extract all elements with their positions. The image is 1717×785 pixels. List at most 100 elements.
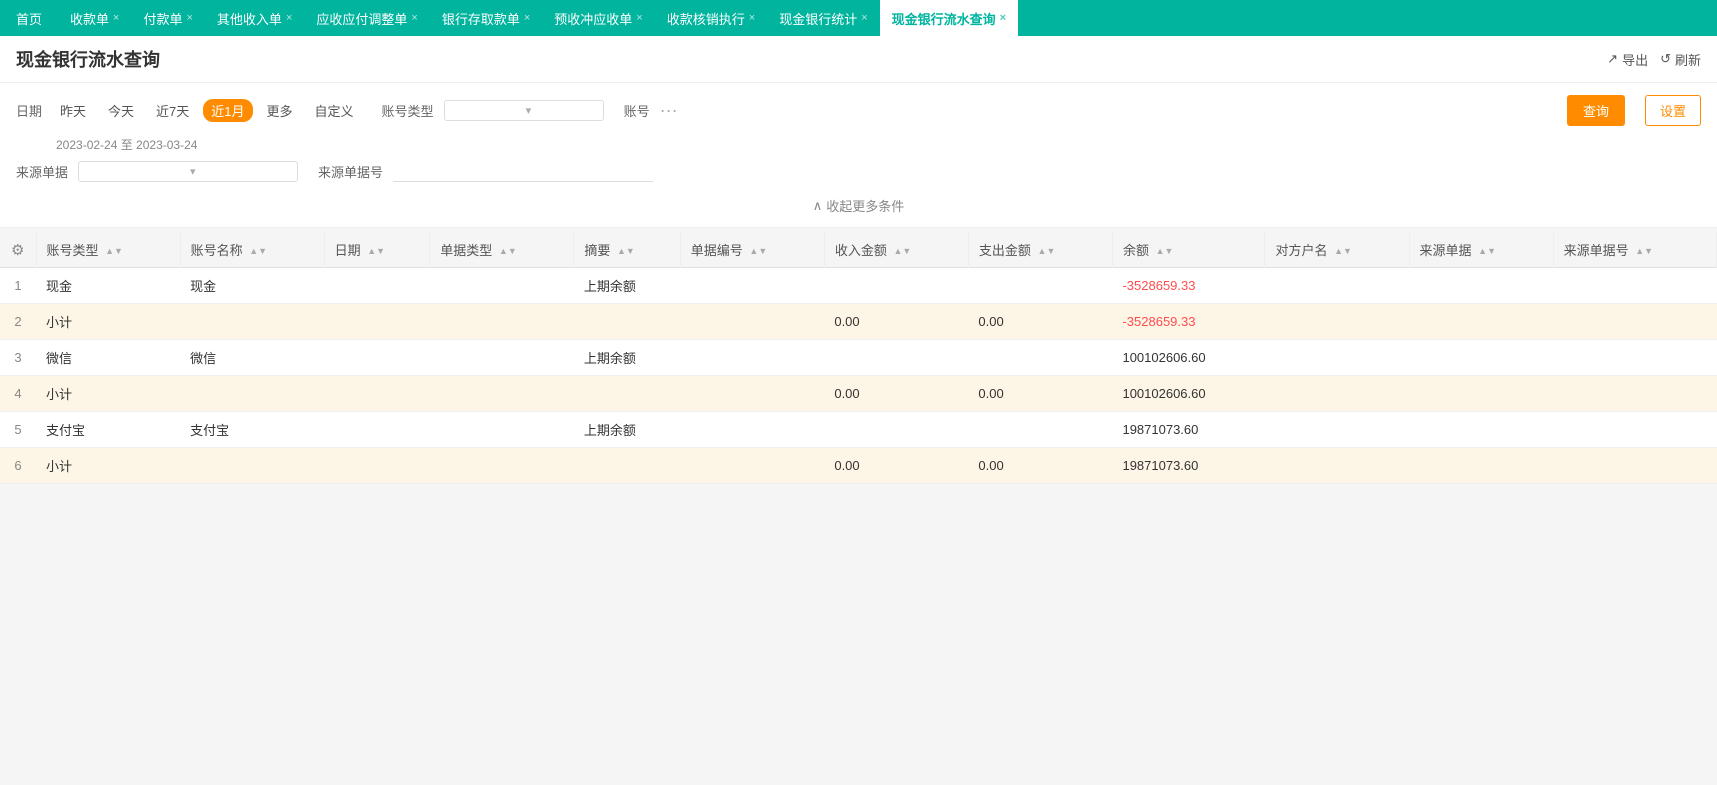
cell-balance: 19871073.60 [1112, 448, 1264, 484]
date-options: 昨天 今天 近7天 近1月 更多 自定义 [52, 99, 362, 122]
nav-close-other-income[interactable]: × [286, 12, 292, 24]
nav-item-adjustment[interactable]: 应收应付调整单 × [304, 0, 429, 36]
table-row: 2 小计 0.00 0.00 -3528659.33 [0, 304, 1717, 340]
table-row: 6 小计 0.00 0.00 19871073.60 [0, 448, 1717, 484]
table-container: ⚙ 账号类型 ▲▼ 账号名称 ▲▼ 日期 ▲▼ 单据类型 ▲▼ [0, 232, 1717, 484]
sort-source-doc-no-icon[interactable]: ▲▼ [1635, 247, 1653, 256]
cell-source-doc-no [1553, 448, 1716, 484]
nav-close-cash-bank-stats[interactable]: × [861, 12, 867, 24]
cell-income [824, 340, 968, 376]
date-7days[interactable]: 近7天 [148, 99, 197, 122]
account-type-select[interactable]: ▾ [444, 100, 604, 121]
source-doc-no-input[interactable] [393, 164, 653, 179]
source-doc-select[interactable]: ▾ [78, 161, 298, 182]
date-custom[interactable]: 自定义 [307, 99, 362, 122]
page-header: 现金银行流水查询 ↗ 导出 ↺ 刷新 [0, 36, 1717, 83]
cell-source-doc [1409, 376, 1553, 412]
nav-close-payments[interactable]: × [186, 12, 192, 24]
query-button[interactable]: 查询 [1567, 95, 1625, 126]
sort-expense-icon[interactable]: ▲▼ [1038, 247, 1056, 256]
cell-source-doc-no [1553, 412, 1716, 448]
nav-item-advance-offset[interactable]: 预收冲应收单 × [542, 0, 654, 36]
sort-account-name-icon[interactable]: ▲▼ [249, 247, 267, 256]
account-more-icon[interactable]: ··· [660, 100, 678, 121]
cell-account-type: 小计 [36, 304, 180, 340]
cell-account-name: 支付宝 [180, 412, 324, 448]
nav-item-receipts[interactable]: 收款单 × [58, 0, 131, 36]
cell-expense: 0.00 [968, 448, 1112, 484]
account-filter-group: 账号 ··· [624, 100, 682, 121]
refresh-button[interactable]: ↺ 刷新 [1660, 50, 1701, 69]
date-yesterday[interactable]: 昨天 [52, 99, 94, 122]
date-more[interactable]: 更多 [259, 99, 301, 122]
nav-item-cash-bank-stats[interactable]: 现金银行统计 × [767, 0, 879, 36]
nav-close-advance-offset[interactable]: × [636, 12, 642, 24]
sort-income-icon[interactable]: ▲▼ [893, 247, 911, 256]
sort-date-icon[interactable]: ▲▼ [367, 247, 385, 256]
date-today[interactable]: 今天 [100, 99, 142, 122]
cell-balance: 19871073.60 [1112, 412, 1264, 448]
cell-doc-type [430, 412, 574, 448]
cell-summary: 上期余额 [574, 340, 680, 376]
col-counterpart: 对方户名 ▲▼ [1265, 232, 1409, 268]
nav-item-cash-bank-flow[interactable]: 现金银行流水查询 × [880, 0, 1018, 36]
cell-doc-no [680, 448, 824, 484]
filter-area: 日期 昨天 今天 近7天 近1月 更多 自定义 账号类型 ▾ 账号 ··· [0, 83, 1717, 228]
nav-close-cash-bank-flow[interactable]: × [1000, 12, 1006, 24]
col-source-doc-no: 来源单据号 ▲▼ [1553, 232, 1716, 268]
nav-close-receipts[interactable]: × [113, 12, 119, 24]
cell-expense [968, 412, 1112, 448]
nav-close-collection-execution[interactable]: × [749, 12, 755, 24]
nav-item-collection-execution[interactable]: 收款核销执行 × [655, 0, 767, 36]
refresh-icon: ↺ [1660, 51, 1671, 67]
cell-source-doc-no [1553, 268, 1716, 304]
settings-button[interactable]: 设置 [1645, 95, 1701, 126]
sort-source-doc-icon[interactable]: ▲▼ [1478, 247, 1496, 256]
cell-row-num: 1 [0, 268, 36, 304]
cell-doc-type [430, 268, 574, 304]
date-1month[interactable]: 近1月 [203, 99, 252, 122]
cell-row-num: 5 [0, 412, 36, 448]
sort-account-type-icon[interactable]: ▲▼ [105, 247, 123, 256]
col-account-name: 账号名称 ▲▼ [180, 232, 324, 268]
table-row: 3 微信 微信 上期余额 100102606.60 [0, 340, 1717, 376]
cell-counterpart [1265, 412, 1409, 448]
collapse-filters-button[interactable]: ∧ 收起更多条件 [16, 192, 1701, 223]
cell-account-name: 现金 [180, 268, 324, 304]
nav-home[interactable]: 首页 [0, 0, 58, 36]
sort-summary-icon[interactable]: ▲▼ [617, 247, 635, 256]
col-doc-no: 单据编号 ▲▼ [680, 232, 824, 268]
nav-close-adjustment[interactable]: × [411, 12, 417, 24]
nav-item-other-income[interactable]: 其他收入单 × [205, 0, 304, 36]
cell-row-num: 4 [0, 376, 36, 412]
cell-source-doc [1409, 340, 1553, 376]
cell-income: 0.00 [824, 448, 968, 484]
sort-doc-type-icon[interactable]: ▲▼ [499, 247, 517, 256]
sort-doc-no-icon[interactable]: ▲▼ [749, 247, 767, 256]
account-type-filter-group: 账号类型 ▾ [382, 100, 604, 121]
gear-icon[interactable]: ⚙ [11, 242, 24, 259]
cell-source-doc-no [1553, 304, 1716, 340]
sort-counterpart-icon[interactable]: ▲▼ [1334, 247, 1352, 256]
sort-balance-icon[interactable]: ▲▼ [1156, 247, 1174, 256]
cell-doc-no [680, 304, 824, 340]
cell-source-doc [1409, 304, 1553, 340]
cell-expense [968, 340, 1112, 376]
nav-close-bank-deposit[interactable]: × [524, 12, 530, 24]
source-doc-no-label: 来源单据号 [318, 162, 383, 181]
cell-summary [574, 376, 680, 412]
col-income: 收入金额 ▲▼ [824, 232, 968, 268]
cell-balance: 100102606.60 [1112, 340, 1264, 376]
source-doc-no-filter-group: 来源单据号 [318, 162, 653, 182]
nav-item-bank-deposit[interactable]: 银行存取款单 × [430, 0, 542, 36]
export-button[interactable]: ↗ 导出 [1607, 50, 1648, 69]
cell-date [324, 412, 430, 448]
cell-summary [574, 304, 680, 340]
cell-account-type: 支付宝 [36, 412, 180, 448]
cell-counterpart [1265, 376, 1409, 412]
cell-source-doc [1409, 268, 1553, 304]
col-date: 日期 ▲▼ [324, 232, 430, 268]
nav-item-payments[interactable]: 付款单 × [131, 0, 204, 36]
cell-counterpart [1265, 448, 1409, 484]
cell-balance: -3528659.33 [1112, 268, 1264, 304]
